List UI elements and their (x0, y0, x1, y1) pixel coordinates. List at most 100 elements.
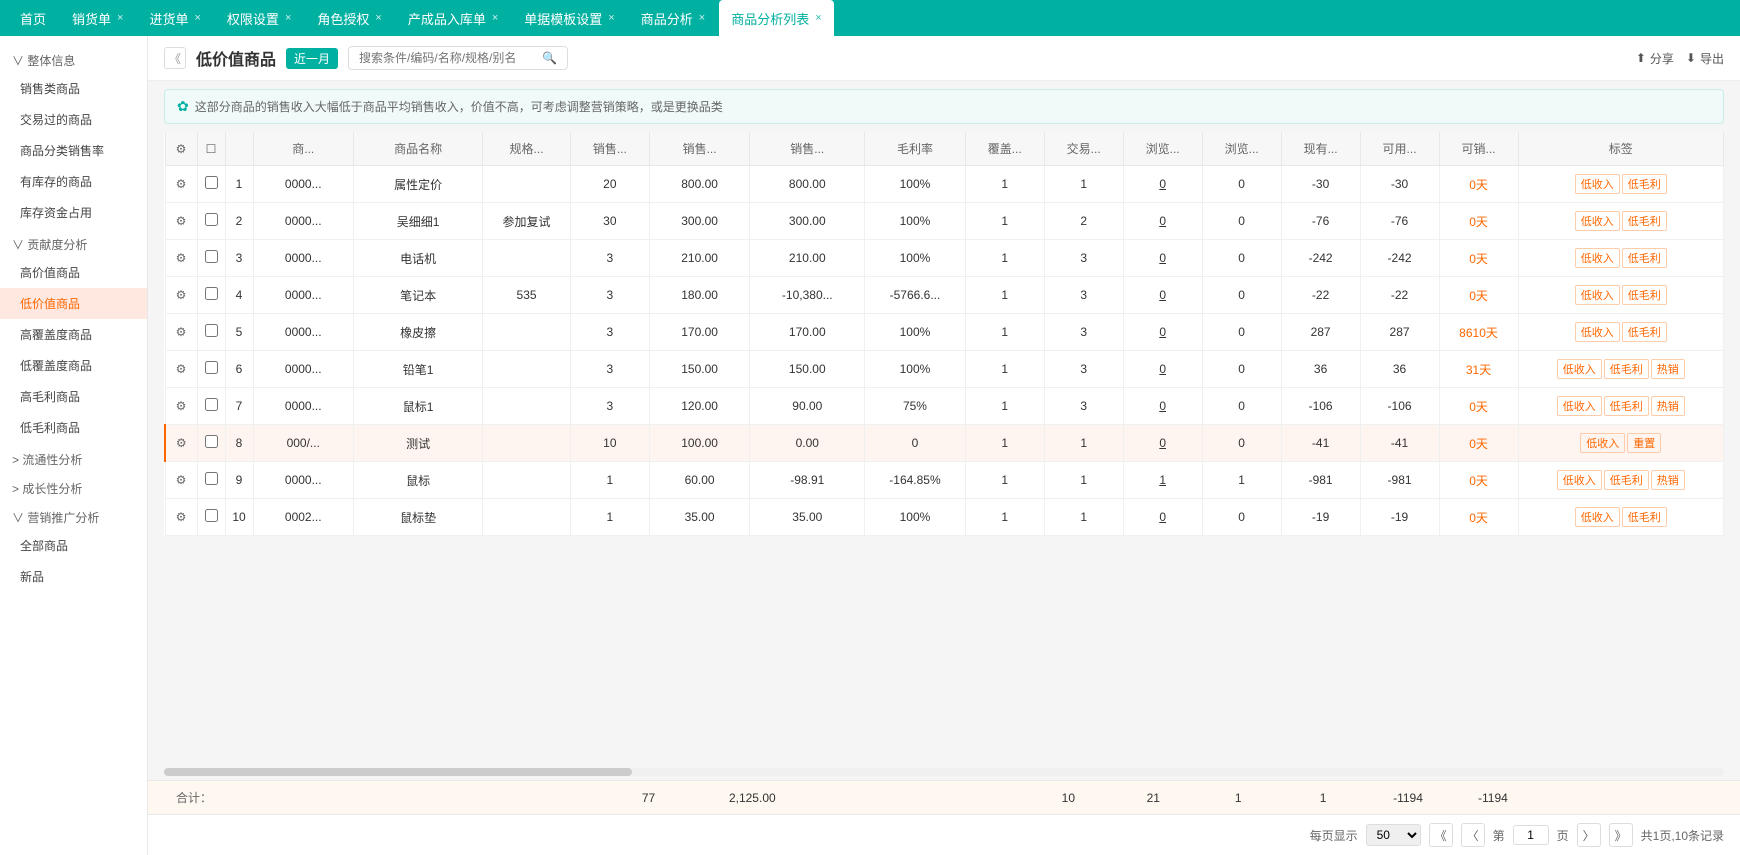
browse1-link[interactable]: 0 (1159, 251, 1166, 265)
browse1-cell[interactable]: 0 (1123, 388, 1202, 425)
col-code[interactable]: 商... (253, 132, 354, 166)
gear-cell[interactable]: ⚙ (165, 314, 197, 351)
nav-item-analysis-list[interactable]: 商品分析列表 × (719, 0, 833, 36)
browse1-link[interactable]: 0 (1159, 325, 1166, 339)
close-icon[interactable]: × (117, 12, 123, 24)
row-checkbox[interactable] (205, 435, 218, 448)
close-icon[interactable]: × (492, 12, 498, 24)
browse1-cell[interactable]: 0 (1123, 499, 1202, 536)
browse1-cell[interactable]: 0 (1123, 203, 1202, 240)
browse1-cell[interactable]: 0 (1123, 277, 1202, 314)
close-icon[interactable]: × (285, 12, 291, 24)
col-avail[interactable]: 可用... (1360, 132, 1439, 166)
check-cell[interactable] (197, 499, 225, 536)
close-icon[interactable]: × (375, 12, 381, 24)
row-checkbox[interactable] (205, 287, 218, 300)
col-v3[interactable]: 销售... (750, 132, 865, 166)
col-v1[interactable]: 销售... (570, 132, 649, 166)
check-cell[interactable] (197, 462, 225, 499)
col-gross[interactable]: 毛利率 (865, 132, 966, 166)
page-size-select[interactable]: 50 100 200 (1366, 824, 1421, 846)
browse1-link[interactable]: 0 (1159, 362, 1166, 376)
close-icon[interactable]: × (699, 12, 705, 24)
row-checkbox[interactable] (205, 250, 218, 263)
share-button[interactable]: ⬆ 分享 (1636, 50, 1674, 67)
nav-item-analysis[interactable]: 商品分析 × (629, 0, 717, 36)
browse1-link[interactable]: 1 (1159, 473, 1166, 487)
sidebar-item-sales-goods[interactable]: 销售类商品 (0, 73, 147, 104)
sidebar-item-all-goods[interactable]: 全部商品 (0, 530, 147, 561)
col-browse2[interactable]: 浏览... (1202, 132, 1281, 166)
col-gear[interactable]: ⚙ (165, 132, 197, 166)
page-number-input[interactable] (1513, 825, 1549, 845)
sidebar-item-stocked-goods[interactable]: 有库存的商品 (0, 166, 147, 197)
gear-cell[interactable]: ⚙ (165, 240, 197, 277)
browse1-link[interactable]: 0 (1159, 510, 1166, 524)
prev-page-button[interactable]: 〈 (1461, 823, 1485, 847)
sidebar-item-traded-goods[interactable]: 交易过的商品 (0, 104, 147, 135)
sidebar-item-category-rate[interactable]: 商品分类销售率 (0, 135, 147, 166)
browse1-link[interactable]: 0 (1159, 399, 1166, 413)
sidebar-item-high-margin[interactable]: 高毛利商品 (0, 381, 147, 412)
nav-item-role[interactable]: 角色授权 × (305, 0, 393, 36)
row-checkbox[interactable] (205, 176, 218, 189)
close-icon[interactable]: × (194, 12, 200, 24)
gear-cell[interactable]: ⚙ (165, 351, 197, 388)
last-page-button[interactable]: 》 (1609, 823, 1633, 847)
check-cell[interactable] (197, 277, 225, 314)
row-checkbox[interactable] (205, 472, 218, 485)
nav-item-home[interactable]: 首页 (8, 0, 58, 36)
col-spec[interactable]: 规格... (483, 132, 571, 166)
check-cell[interactable] (197, 240, 225, 277)
browse1-cell[interactable]: 0 (1123, 166, 1202, 203)
row-checkbox[interactable] (205, 398, 218, 411)
browse1-cell[interactable]: 0 (1123, 240, 1202, 277)
row-checkbox[interactable] (205, 213, 218, 226)
gear-cell[interactable]: ⚙ (165, 462, 197, 499)
export-button[interactable]: ⬇ 导出 (1686, 50, 1724, 67)
sidebar-item-high-coverage[interactable]: 高覆盖度商品 (0, 319, 147, 350)
row-checkbox[interactable] (205, 509, 218, 522)
row-checkbox[interactable] (205, 361, 218, 374)
gear-cell[interactable]: ⚙ (165, 499, 197, 536)
col-trade[interactable]: 交易... (1044, 132, 1123, 166)
sidebar-item-low-value[interactable]: 低价值商品 (0, 288, 147, 319)
sidebar-item-new-goods[interactable]: 新品 (0, 561, 147, 592)
gear-cell[interactable]: ⚙ (165, 166, 197, 203)
col-tags[interactable]: 标签 (1518, 132, 1723, 166)
close-icon[interactable]: × (815, 12, 821, 24)
check-cell[interactable] (197, 314, 225, 351)
nav-item-warehouse[interactable]: 产成品入库单 × (396, 0, 510, 36)
row-checkbox[interactable] (205, 324, 218, 337)
gear-cell[interactable]: ⚙ (165, 425, 197, 462)
check-cell[interactable] (197, 388, 225, 425)
first-page-button[interactable]: 《 (1429, 823, 1453, 847)
check-cell[interactable] (197, 166, 225, 203)
sidebar-item-high-value[interactable]: 高价值商品 (0, 257, 147, 288)
browse1-link[interactable]: 0 (1159, 436, 1166, 450)
nav-item-sales[interactable]: 销货单 × (60, 0, 135, 36)
col-cov[interactable]: 覆盖... (965, 132, 1044, 166)
check-cell[interactable] (197, 203, 225, 240)
col-v2[interactable]: 销售... (649, 132, 750, 166)
browse1-link[interactable]: 0 (1159, 214, 1166, 228)
sidebar-item-low-margin[interactable]: 低毛利商品 (0, 412, 147, 443)
nav-item-template[interactable]: 单据模板设置 × (512, 0, 626, 36)
col-browse1[interactable]: 浏览... (1123, 132, 1202, 166)
col-check[interactable]: ☐ (197, 132, 225, 166)
collapse-button[interactable]: 《 (164, 47, 186, 69)
sidebar-group-title-marketing[interactable]: ∨ 营销推广分析 (0, 501, 147, 530)
horizontal-scrollbar[interactable] (164, 768, 1724, 776)
gear-cell[interactable]: ⚙ (165, 388, 197, 425)
check-cell[interactable] (197, 425, 225, 462)
gear-cell[interactable]: ⚙ (165, 277, 197, 314)
check-cell[interactable] (197, 351, 225, 388)
col-name[interactable]: 商品名称 (354, 132, 483, 166)
sidebar-group-title-contribution[interactable]: ∨ 贡献度分析 (0, 228, 147, 257)
browse1-cell[interactable]: 0 (1123, 314, 1202, 351)
col-saleable[interactable]: 可销... (1439, 132, 1518, 166)
gear-cell[interactable]: ⚙ (165, 203, 197, 240)
browse1-cell[interactable]: 0 (1123, 425, 1202, 462)
filter-tag[interactable]: 近一月 (286, 48, 338, 69)
next-page-button[interactable]: 〉 (1577, 823, 1601, 847)
